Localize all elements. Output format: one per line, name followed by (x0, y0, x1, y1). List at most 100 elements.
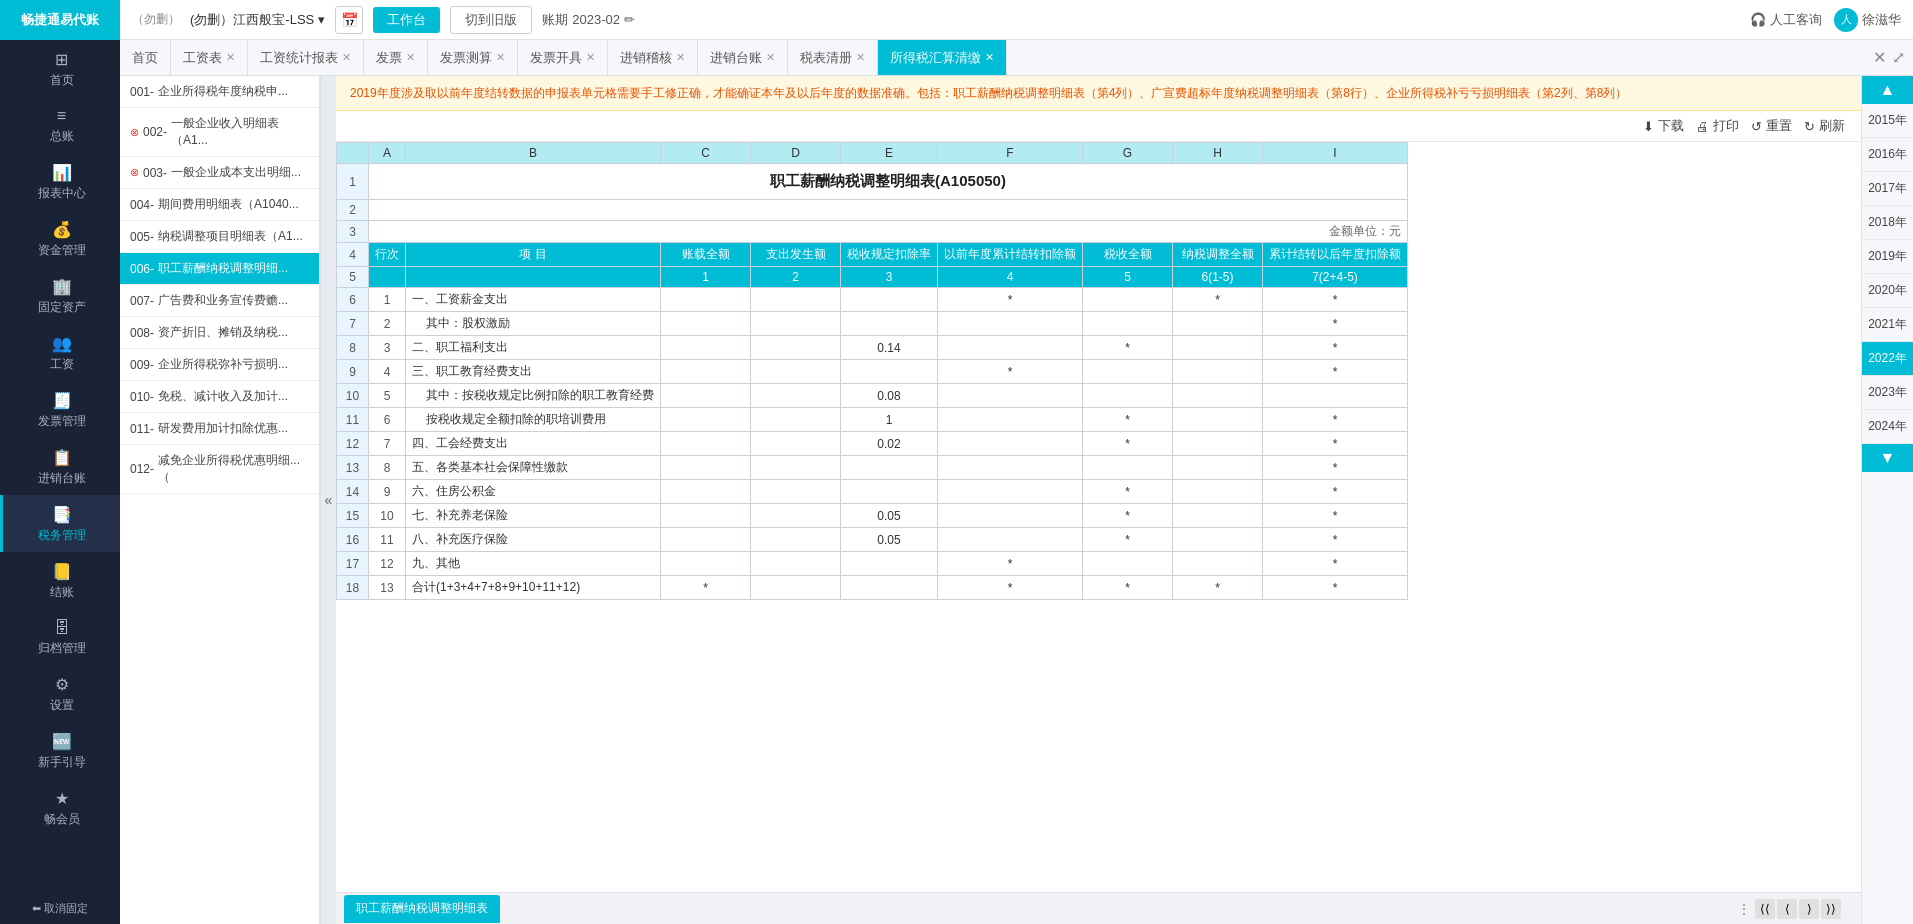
sidebar-item-sales[interactable]: 📋 进销台账 (0, 438, 120, 495)
sidebar-item-assets[interactable]: 🏢 固定资产 (0, 267, 120, 324)
close-all-icon[interactable]: ✕ (1873, 48, 1886, 67)
cancel-fixed-btn[interactable]: ⬅ 取消固定 (0, 893, 120, 924)
tab-purchase-ledger[interactable]: 进销台账 ✕ (698, 40, 788, 76)
maximize-icon[interactable]: ⤢ (1892, 48, 1905, 67)
side-panel-item-003[interactable]: ⊗ 003- 一般企业成本支出明细... (120, 157, 319, 189)
tab-invoice[interactable]: 发票 ✕ (364, 40, 428, 76)
collapse-panel-btn[interactable]: « (320, 76, 336, 924)
year-2016[interactable]: 2016年 (1862, 138, 1913, 172)
table-row[interactable]: 8 3 二、职工福利支出 0.14 * * (337, 336, 1408, 360)
tab-tax-list-close[interactable]: ✕ (856, 51, 865, 64)
table-row[interactable]: 16 11 八、补充医疗保险 0.05 * * (337, 528, 1408, 552)
col-header-g: G (1083, 143, 1173, 164)
side-panel-item-011[interactable]: 011- 研发费用加计扣除优惠... (120, 413, 319, 445)
sales-icon: 📋 (52, 448, 72, 467)
period-edit-icon[interactable]: ✏ (624, 12, 635, 27)
tab-home[interactable]: 首页 (120, 40, 171, 76)
year-2015[interactable]: 2015年 (1862, 104, 1913, 138)
table-row[interactable]: 18 13 合计(1+3+4+7+8+9+10+11+12) * * * * * (337, 576, 1408, 600)
scroll-right-last[interactable]: ⟩⟩ (1821, 899, 1841, 919)
sheet-tab[interactable]: 职工薪酬纳税调整明细表 (344, 895, 500, 923)
table-row[interactable]: 13 8 五、各类基本社会保障性缴款 * (337, 456, 1408, 480)
side-panel-item-005[interactable]: 005- 纳税调整项目明细表（A1... (120, 221, 319, 253)
topbar: （勿删） (勿删）江西般宝-LSS ▾ 📅 工作台 切到旧版 账期 2023-0… (120, 0, 1913, 40)
tab-invoice-close[interactable]: ✕ (406, 51, 415, 64)
tab-invoice-calc-label: 发票测算 (440, 49, 492, 67)
side-panel-item-002[interactable]: ⊗ 002- 一般企业收入明细表（A1... (120, 108, 319, 157)
side-panel-item-001[interactable]: 001- 企业所得税年度纳税申... (120, 76, 319, 108)
tab-salary-stat-close[interactable]: ✕ (342, 51, 351, 64)
reset-button[interactable]: ↺ 重置 (1751, 117, 1792, 135)
workspace-button[interactable]: 工作台 (373, 7, 440, 33)
sidebar-item-report[interactable]: 📊 报表中心 (0, 153, 120, 210)
side-panel-label: 纳税调整项目明细表（A1... (158, 228, 303, 245)
scroll-left-first[interactable]: ⟨⟨ (1755, 899, 1775, 919)
notice-text: 2019年度涉及取以前年度结转数据的申报表单元格需要手工修正确，才能确证本年及以… (350, 86, 1627, 100)
scroll-left[interactable]: ⟨ (1777, 899, 1797, 919)
user-avatar[interactable]: 人 徐滋华 (1834, 8, 1901, 32)
side-panel-item-010[interactable]: 010- 免税、减计收入及加计... (120, 381, 319, 413)
year-scroll-up[interactable]: ▲ (1862, 76, 1913, 104)
table-row[interactable]: 11 6 按税收规定全额扣除的职培训费用 1 * * (337, 408, 1408, 432)
tab-salary-close[interactable]: ✕ (226, 51, 235, 64)
sidebar-item-finance[interactable]: 💰 资金管理 (0, 210, 120, 267)
col-header-h: H (1173, 143, 1263, 164)
year-2017[interactable]: 2017年 (1862, 172, 1913, 206)
sidebar-item-salary[interactable]: 👥 工资 (0, 324, 120, 381)
sidebar-item-invoice[interactable]: 🧾 发票管理 (0, 381, 120, 438)
year-scroll-down[interactable]: ▼ (1862, 444, 1913, 472)
table-row[interactable]: 7 2 其中：股权激励 * (337, 312, 1408, 336)
tab-salary[interactable]: 工资表 ✕ (171, 40, 248, 76)
side-panel-item-009[interactable]: 009- 企业所得税弥补亏损明... (120, 349, 319, 381)
print-button[interactable]: 🖨 打印 (1696, 117, 1739, 135)
tab-purchase-ledger-close[interactable]: ✕ (766, 51, 775, 64)
table-row[interactable]: 17 12 九、其他 * * (337, 552, 1408, 576)
year-2020[interactable]: 2020年 (1862, 274, 1913, 308)
year-2019[interactable]: 2019年 (1862, 240, 1913, 274)
human-service-btn[interactable]: 🎧 人工客询 (1750, 11, 1822, 29)
refresh-button[interactable]: ↻ 刷新 (1804, 117, 1845, 135)
sidebar-item-ledger[interactable]: ≡ 总账 (0, 97, 120, 153)
tab-purchase-audit-close[interactable]: ✕ (676, 51, 685, 64)
download-button[interactable]: ⬇ 下载 (1643, 117, 1684, 135)
sidebar-item-label: 结账 (50, 584, 74, 601)
sidebar-item-home[interactable]: ⊞ 首页 (0, 40, 120, 97)
table-row[interactable]: 15 10 七、补充养老保险 0.05 * * (337, 504, 1408, 528)
scroll-right[interactable]: ⟩ (1799, 899, 1819, 919)
switch-old-button[interactable]: 切到旧版 (450, 6, 532, 34)
table-area[interactable]: A B C D E F G H I (336, 142, 1861, 892)
tab-purchase-audit[interactable]: 进销稽核 ✕ (608, 40, 698, 76)
year-2024[interactable]: 2024年 (1862, 410, 1913, 444)
side-panel-item-008[interactable]: 008- 资产折旧、摊销及纳税... (120, 317, 319, 349)
sidebar-item-guide[interactable]: 🆕 新手引导 (0, 722, 120, 779)
table-row[interactable]: 14 9 六、住房公积金 * * (337, 480, 1408, 504)
sidebar-item-tax[interactable]: 📑 税务管理 (0, 495, 120, 552)
tab-invoice-calc-close[interactable]: ✕ (496, 51, 505, 64)
tab-salary-stat[interactable]: 工资统计报表 ✕ (248, 40, 364, 76)
calendar-icon-btn[interactable]: 📅 (335, 6, 363, 34)
tab-income-tax[interactable]: 所得税汇算清缴 ✕ (878, 40, 1007, 76)
side-panel-item-012[interactable]: 012- 减免企业所得税优惠明细...（ (120, 445, 319, 494)
year-2023[interactable]: 2023年 (1862, 376, 1913, 410)
tab-invoice-issue-close[interactable]: ✕ (586, 51, 595, 64)
year-2021[interactable]: 2021年 (1862, 308, 1913, 342)
tab-invoice-issue[interactable]: 发票开具 ✕ (518, 40, 608, 76)
company-selector[interactable]: (勿删）江西般宝-LSS ▾ (190, 11, 325, 29)
row-num-8: 8 (337, 336, 369, 360)
year-2022[interactable]: 2022年 (1862, 342, 1913, 376)
table-row[interactable]: 6 1 一、工资薪金支出 * * * (337, 288, 1408, 312)
year-2018[interactable]: 2018年 (1862, 206, 1913, 240)
table-row[interactable]: 10 5 其中：按税收规定比例扣除的职工教育经费 0.08 (337, 384, 1408, 408)
table-row[interactable]: 12 7 四、工会经费支出 0.02 * * (337, 432, 1408, 456)
tab-invoice-calc[interactable]: 发票测算 ✕ (428, 40, 518, 76)
side-panel-item-007[interactable]: 007- 广告费和业务宣传费赡... (120, 285, 319, 317)
sidebar-item-archive[interactable]: 🗄 归档管理 (0, 609, 120, 665)
sidebar-item-settings[interactable]: ⚙ 设置 (0, 665, 120, 722)
tab-income-tax-close[interactable]: ✕ (985, 51, 994, 64)
table-row[interactable]: 9 4 三、职工教育经费支出 * * (337, 360, 1408, 384)
side-panel-item-006[interactable]: 006- 职工薪酬纳税调整明细... (120, 253, 319, 285)
side-panel-item-004[interactable]: 004- 期间费用明细表（A1040... (120, 189, 319, 221)
tab-tax-list[interactable]: 税表清册 ✕ (788, 40, 878, 76)
sidebar-item-close[interactable]: 📒 结账 (0, 552, 120, 609)
sidebar-item-member[interactable]: ★ 畅会员 (0, 779, 120, 836)
